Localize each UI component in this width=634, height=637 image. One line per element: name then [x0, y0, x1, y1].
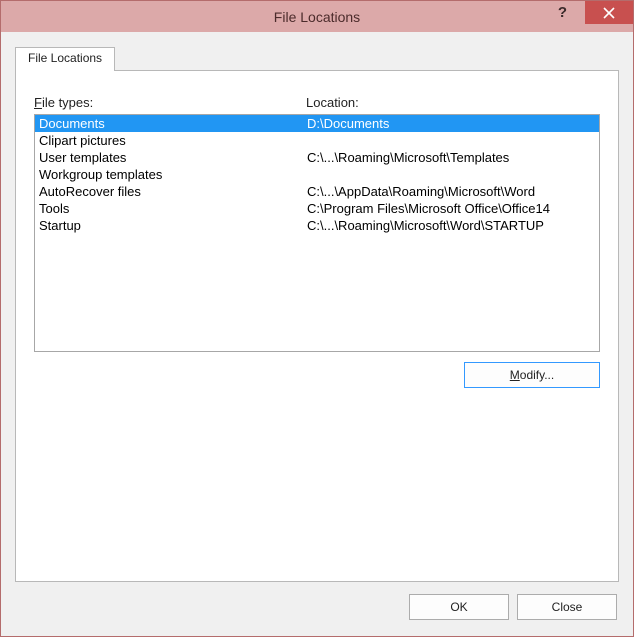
cell-location: [307, 166, 595, 183]
cell-type: User templates: [39, 149, 307, 166]
titlebar: File Locations ?: [1, 1, 633, 32]
header-file-types: File types:: [34, 95, 306, 110]
tabpanel: File types: Location: Documents D:\Docum…: [15, 70, 619, 582]
help-icon: ?: [558, 4, 567, 21]
list-row[interactable]: Clipart pictures: [35, 132, 599, 149]
help-button[interactable]: ?: [540, 1, 585, 24]
cell-location: C:\...\Roaming\Microsoft\Templates: [307, 149, 595, 166]
ok-button[interactable]: OK: [409, 594, 509, 620]
header-location: Location:: [306, 95, 600, 110]
tab-file-locations[interactable]: File Locations: [15, 47, 115, 71]
client-area: File Locations File types: Location: Doc…: [1, 32, 633, 636]
file-locations-listbox[interactable]: Documents D:\Documents Clipart pictures …: [34, 114, 600, 352]
titlebar-controls: ?: [540, 1, 633, 32]
list-row[interactable]: AutoRecover files C:\...\AppData\Roaming…: [35, 183, 599, 200]
tabstrip: File Locations: [15, 46, 619, 70]
close-window-button[interactable]: [585, 1, 633, 24]
column-headers: File types: Location:: [34, 95, 600, 110]
cell-location: [307, 132, 595, 149]
tab-label: File Locations: [28, 51, 102, 65]
window-title: File Locations: [1, 9, 633, 25]
list-row[interactable]: Documents D:\Documents: [35, 115, 599, 132]
dialog-footer: OK Close: [15, 594, 619, 622]
modify-row: Modify...: [34, 362, 600, 388]
close-icon: [603, 7, 615, 19]
cell-location: D:\Documents: [307, 115, 595, 132]
tabset: File Locations File types: Location: Doc…: [15, 46, 619, 582]
cell-type: Workgroup templates: [39, 166, 307, 183]
cell-type: AutoRecover files: [39, 183, 307, 200]
cell-type: Startup: [39, 217, 307, 234]
modify-button[interactable]: Modify...: [464, 362, 600, 388]
cell-location: C:\Program Files\Microsoft Office\Office…: [307, 200, 595, 217]
dialog-window: File Locations ? File Locations: [0, 0, 634, 637]
cell-type: Tools: [39, 200, 307, 217]
list-row[interactable]: User templates C:\...\Roaming\Microsoft\…: [35, 149, 599, 166]
list-row[interactable]: Startup C:\...\Roaming\Microsoft\Word\ST…: [35, 217, 599, 234]
cell-location: C:\...\Roaming\Microsoft\Word\STARTUP: [307, 217, 595, 234]
list-row[interactable]: Workgroup templates: [35, 166, 599, 183]
cell-type: Documents: [39, 115, 307, 132]
close-button[interactable]: Close: [517, 594, 617, 620]
list-row[interactable]: Tools C:\Program Files\Microsoft Office\…: [35, 200, 599, 217]
cell-location: C:\...\AppData\Roaming\Microsoft\Word: [307, 183, 595, 200]
cell-type: Clipart pictures: [39, 132, 307, 149]
